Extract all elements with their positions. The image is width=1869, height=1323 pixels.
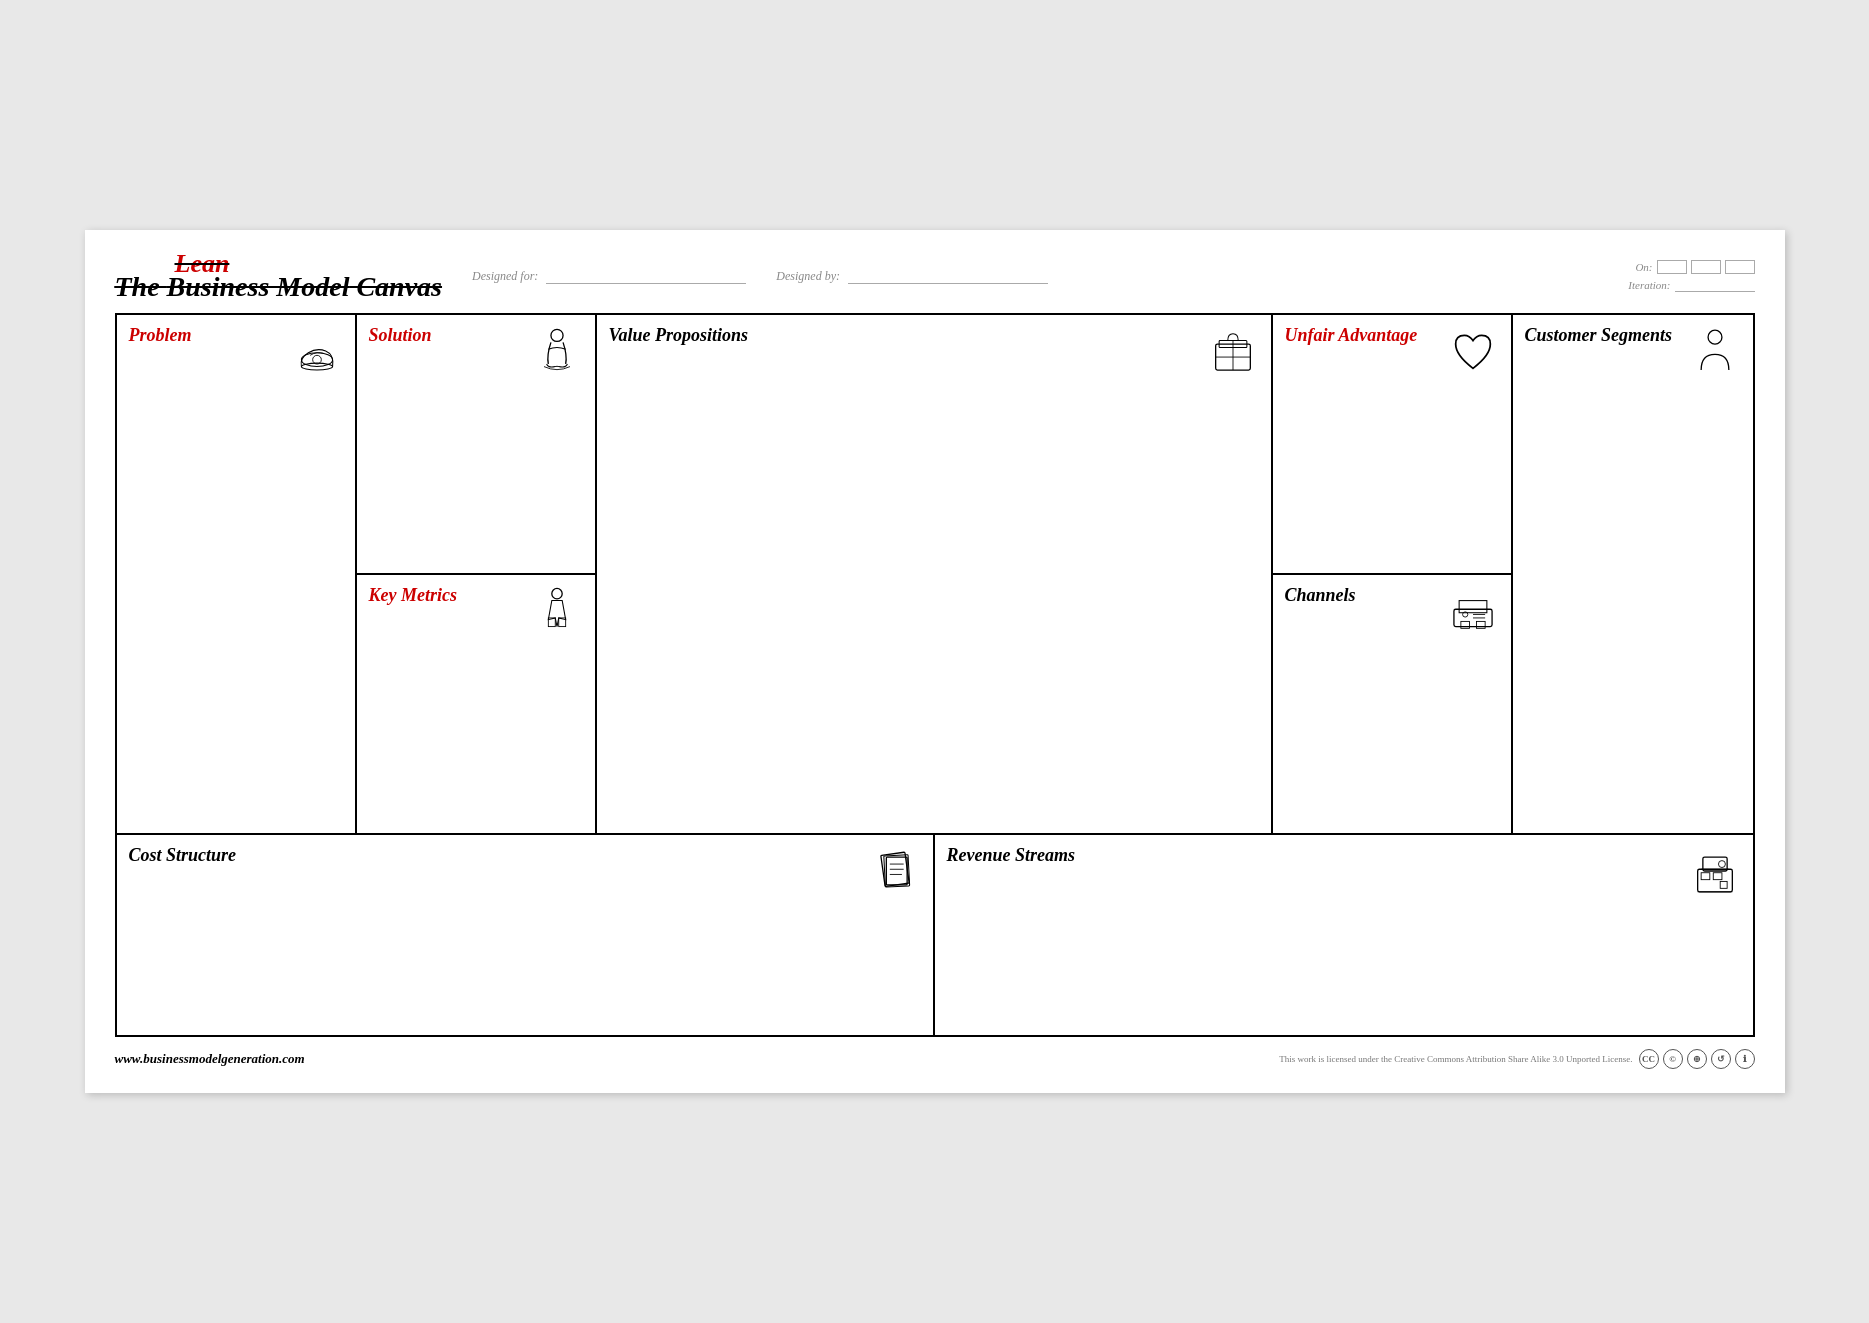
header-fields: Designed for: Designed by: (472, 268, 1598, 284)
logo: Lean The Business Model Canvas (115, 250, 443, 303)
customer-label: Customer Segments (1525, 325, 1673, 346)
designed-by-label: Designed by: (776, 269, 840, 284)
svg-rect-24 (1720, 882, 1727, 889)
cell-value-prop[interactable]: Value Propositions (597, 315, 1273, 833)
svg-rect-12 (1476, 622, 1485, 629)
key-metrics-title: Key Metrics (369, 585, 583, 637)
key-metrics-icon (531, 585, 583, 637)
svg-point-14 (1708, 330, 1722, 344)
cc-icon-c: © (1663, 1049, 1683, 1069)
cell-problem[interactable]: Problem (117, 315, 357, 833)
canvas-top: Problem Solution (117, 315, 1753, 835)
solution-label: Solution (369, 325, 432, 346)
revenue-title: Revenue Streams (947, 845, 1741, 897)
designed-for-field: Designed for: (472, 268, 746, 284)
unfair-title: Unfair Advantage (1285, 325, 1499, 377)
cell-revenue[interactable]: Revenue Streams (935, 835, 1753, 1035)
cell-unfair-col: Unfair Advantage Channels (1273, 315, 1513, 833)
footer-license: This work is licensed under the Creative… (1279, 1054, 1632, 1064)
channels-label: Channels (1285, 585, 1356, 606)
unfair-icon (1447, 325, 1499, 377)
on-box-1[interactable] (1657, 260, 1687, 274)
canvas-bottom: Cost Structure Revenue Streams (117, 835, 1753, 1035)
cc-icon-info: ℹ (1735, 1049, 1755, 1069)
footer-icons: CC © ⊕ ↺ ℹ (1639, 1049, 1755, 1069)
customer-title: Customer Segments (1525, 325, 1741, 377)
problem-icon (291, 325, 343, 377)
channels-title: Channels (1285, 585, 1499, 637)
footer-url: www.businessmodelgeneration.com (115, 1051, 305, 1067)
svg-rect-23 (1713, 873, 1722, 880)
problem-label: Problem (129, 325, 192, 346)
on-box-2[interactable] (1691, 260, 1721, 274)
solution-title: Solution (369, 325, 583, 377)
cc-icon-cc: CC (1639, 1049, 1659, 1069)
svg-rect-17 (886, 857, 907, 885)
svg-rect-11 (1460, 622, 1469, 629)
cell-key-metrics[interactable]: Key Metrics (357, 575, 595, 833)
on-box-3[interactable] (1725, 260, 1755, 274)
solution-icon (531, 325, 583, 377)
revenue-label: Revenue Streams (947, 845, 1076, 866)
cell-unfair[interactable]: Unfair Advantage (1273, 315, 1511, 575)
designed-by-field: Designed by: (776, 268, 1048, 284)
revenue-icon (1689, 845, 1741, 897)
cell-cost[interactable]: Cost Structure (117, 835, 935, 1035)
svg-rect-22 (1701, 873, 1710, 880)
header: Lean The Business Model Canvas Designed … (115, 250, 1755, 303)
cc-icon-share: ↺ (1711, 1049, 1731, 1069)
cc-icon-plus: ⊕ (1687, 1049, 1707, 1069)
cell-channels[interactable]: Channels (1273, 575, 1511, 833)
cell-customer[interactable]: Customer Segments (1513, 315, 1753, 833)
logo-main: The Business Model Canvas (115, 271, 443, 302)
header-right: On: Iteration: (1628, 260, 1754, 292)
canvas: Problem Solution (115, 313, 1755, 1037)
svg-point-4 (551, 589, 561, 599)
customer-icon (1689, 325, 1741, 377)
designed-by-input[interactable] (848, 268, 1048, 284)
cost-label: Cost Structure (129, 845, 237, 866)
footer: www.businessmodelgeneration.com This wor… (115, 1045, 1755, 1073)
svg-rect-10 (1459, 601, 1487, 613)
value-prop-title: Value Propositions (609, 325, 1259, 377)
designed-for-label: Designed for: (472, 269, 538, 284)
problem-title: Problem (129, 325, 343, 377)
footer-right: This work is licensed under the Creative… (1279, 1049, 1754, 1069)
designed-for-input[interactable] (546, 268, 746, 284)
value-prop-icon (1207, 325, 1259, 377)
unfair-label: Unfair Advantage (1285, 325, 1418, 346)
channels-icon (1447, 585, 1499, 637)
key-metrics-label: Key Metrics (369, 585, 457, 606)
svg-point-26 (1718, 861, 1725, 868)
iteration-input[interactable] (1675, 278, 1755, 292)
svg-point-3 (550, 330, 562, 342)
iteration-label: Iteration: (1628, 279, 1670, 291)
on-line: On: (1635, 260, 1754, 274)
cell-solution-col: Solution Key Metric (357, 315, 597, 833)
value-prop-label: Value Propositions (609, 325, 749, 346)
on-label: On: (1635, 261, 1652, 273)
cost-icon (869, 845, 921, 897)
page: Lean The Business Model Canvas Designed … (85, 230, 1785, 1093)
cell-solution[interactable]: Solution (357, 315, 595, 575)
cost-title: Cost Structure (129, 845, 921, 897)
iteration-field: Iteration: (1628, 278, 1754, 292)
